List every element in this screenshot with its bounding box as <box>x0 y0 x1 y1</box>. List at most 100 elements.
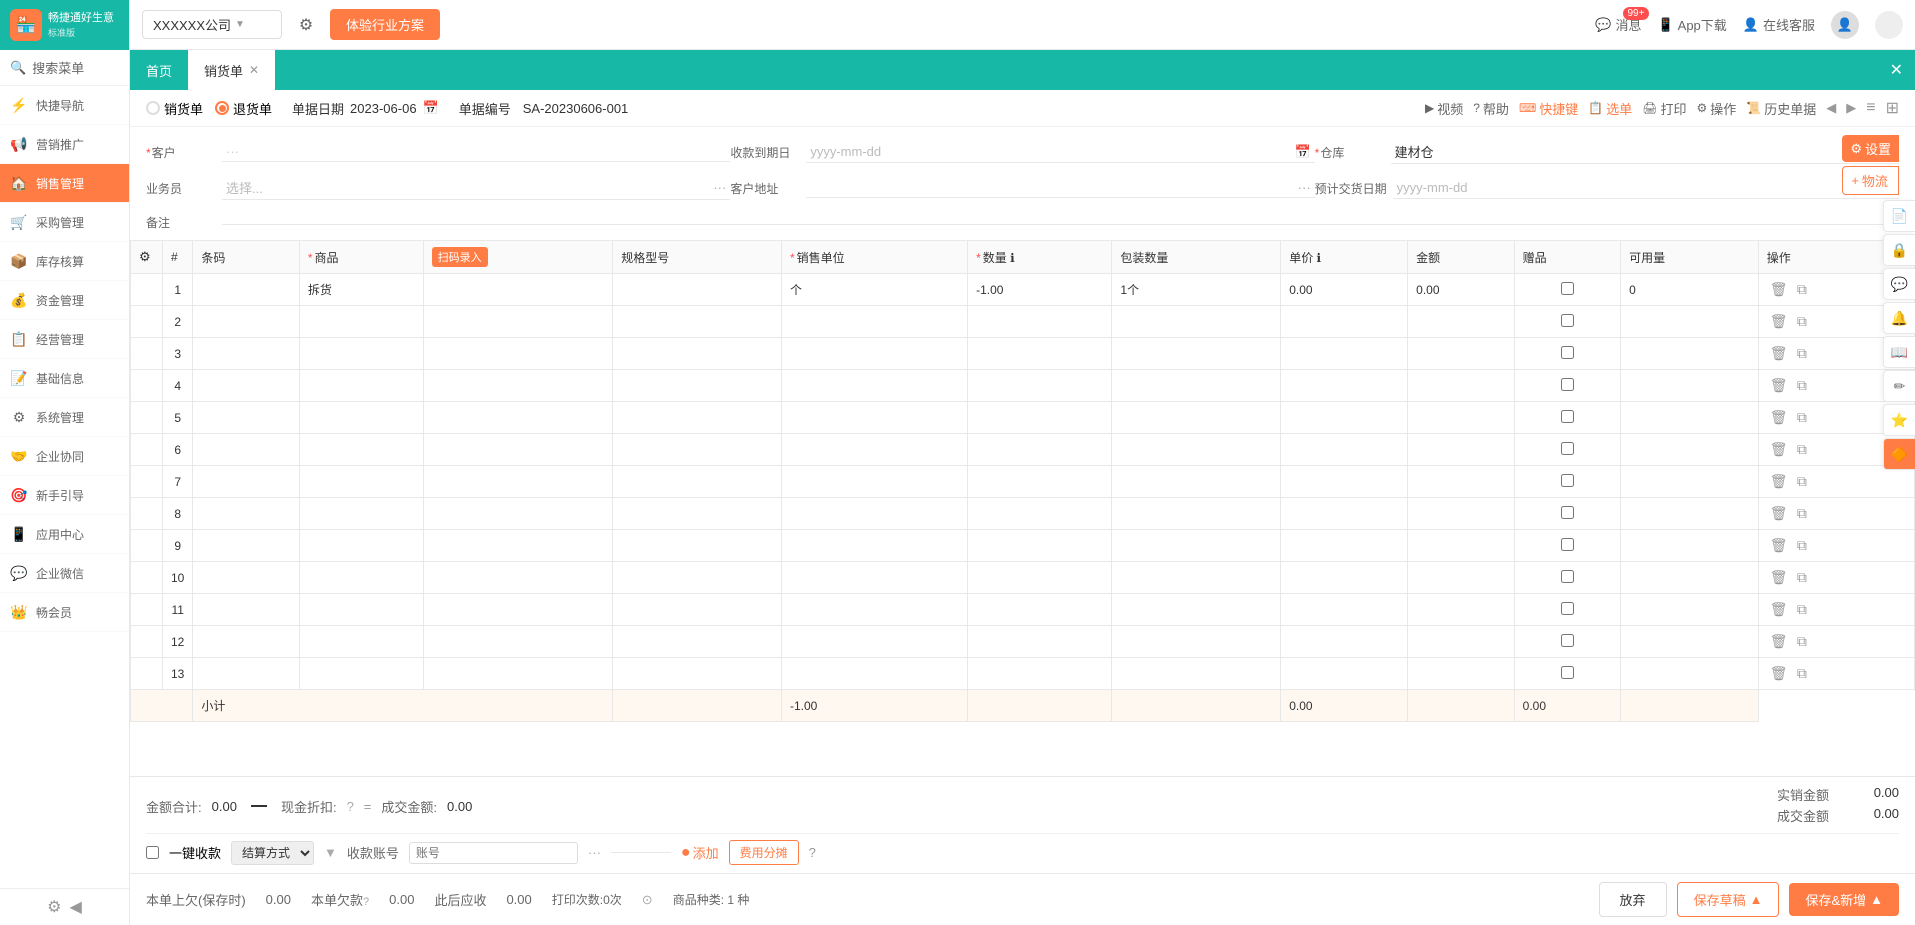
nav-next-icon[interactable]: ▶ <box>1846 100 1856 116</box>
row-gift[interactable] <box>1514 530 1620 562</box>
rfloat-btn-5[interactable]: 📖 <box>1883 336 1915 368</box>
row-delete-icon[interactable]: 🗑 <box>1770 537 1788 553</box>
col-settings[interactable]: ⚙ <box>131 241 163 274</box>
row-qty[interactable] <box>968 338 1112 370</box>
close-tab-button[interactable]: ✕ <box>1890 60 1903 80</box>
customer-address-input[interactable]: ··· <box>806 178 1314 198</box>
row-price[interactable] <box>1281 562 1408 594</box>
video-btn[interactable]: ▶ 视频 <box>1425 99 1463 118</box>
row-delete-icon[interactable]: 🗑 <box>1770 281 1788 297</box>
sidebar-item-wechat[interactable]: 💬 企业微信 <box>0 554 129 593</box>
nav-prev-icon[interactable]: ◀ <box>1826 100 1836 116</box>
row-product[interactable]: 拆货 <box>299 274 423 306</box>
row-copy-icon[interactable]: ⧉ <box>1797 633 1807 649</box>
row-delete-icon[interactable]: 🗑 <box>1770 473 1788 489</box>
row-barcode[interactable] <box>193 402 299 434</box>
one-click-payment-checkbox[interactable] <box>146 846 159 859</box>
row-price[interactable] <box>1281 658 1408 690</box>
shortcut-btn[interactable]: ⌨ 快捷键 <box>1519 99 1578 118</box>
sidebar-item-system[interactable]: ⚙ 系统管理 <box>0 398 129 437</box>
row-copy-icon[interactable]: ⧉ <box>1797 281 1807 297</box>
row-unit[interactable] <box>781 338 967 370</box>
row-product[interactable] <box>299 530 423 562</box>
row-price[interactable] <box>1281 370 1408 402</box>
row-unit[interactable] <box>781 434 967 466</box>
row-barcode[interactable] <box>193 562 299 594</box>
app-download-button[interactable]: 📱 App下载 <box>1657 15 1726 34</box>
scan-button[interactable]: 扫码录入 <box>432 247 488 267</box>
tab-sales-order[interactable]: 销货单 ✕ <box>188 50 275 90</box>
row-price[interactable] <box>1281 498 1408 530</box>
sidebar-item-basic[interactable]: 📝 基础信息 <box>0 359 129 398</box>
row-copy-icon[interactable]: ⧉ <box>1797 313 1807 329</box>
row-unit[interactable] <box>781 402 967 434</box>
row-copy-icon[interactable]: ⧉ <box>1797 537 1807 553</box>
row-delete-icon[interactable]: 🗑 <box>1770 409 1788 425</box>
sidebar-item-marketing[interactable]: 📢 营销推广 <box>0 125 129 164</box>
row-price[interactable] <box>1281 434 1408 466</box>
row-product[interactable] <box>299 434 423 466</box>
view-list-icon[interactable]: ≡ <box>1866 99 1875 117</box>
message-button[interactable]: 💬 消息 99+ <box>1595 15 1641 34</box>
row-barcode[interactable] <box>193 370 299 402</box>
row-product[interactable] <box>299 402 423 434</box>
row-amount[interactable] <box>1408 338 1514 370</box>
row-barcode[interactable] <box>193 274 299 306</box>
row-delete-icon[interactable]: 🗑 <box>1770 601 1788 617</box>
save-draft-button[interactable]: 保存草稿 ▲ <box>1677 882 1780 917</box>
row-unit[interactable] <box>781 466 967 498</box>
delivery-date-input[interactable]: yyyy-mm-dd 📅 <box>1393 178 1899 199</box>
row-spec[interactable] <box>613 402 782 434</box>
rfloat-btn-4[interactable]: 🔔 <box>1883 302 1915 334</box>
add-button[interactable]: ● 添加 <box>681 843 719 862</box>
online-service-button[interactable]: 👤 在线客服 <box>1743 15 1815 34</box>
row-unit[interactable] <box>781 530 967 562</box>
logistics-button[interactable]: + 物流 <box>1842 166 1899 195</box>
row-spec[interactable] <box>613 498 782 530</box>
row-amount[interactable] <box>1408 402 1514 434</box>
row-price[interactable] <box>1281 466 1408 498</box>
row-barcode[interactable] <box>193 466 299 498</box>
row-copy-icon[interactable]: ⧉ <box>1797 601 1807 617</box>
row-unit[interactable] <box>781 370 967 402</box>
row-spec[interactable] <box>613 434 782 466</box>
row-qty[interactable] <box>968 562 1112 594</box>
row-pkg-qty[interactable] <box>1112 306 1281 338</box>
save-new-button[interactable]: 保存&新增 ▲ <box>1789 883 1899 916</box>
sidebar-gear-icon[interactable]: ⚙ <box>47 897 61 917</box>
row-spec[interactable] <box>613 338 782 370</box>
row-spec[interactable] <box>613 370 782 402</box>
row-gift[interactable] <box>1514 466 1620 498</box>
radio-sales-order[interactable]: 销货单 <box>146 99 203 118</box>
row-unit[interactable]: 个 <box>781 274 967 306</box>
date-calendar-icon[interactable]: 📅 <box>423 100 439 116</box>
row-copy-icon[interactable]: ⧉ <box>1797 377 1807 393</box>
payment-due-input[interactable]: yyyy-mm-dd 📅 <box>806 142 1314 163</box>
row-amount[interactable] <box>1408 434 1514 466</box>
row-price[interactable]: 0.00 <box>1281 274 1408 306</box>
row-product[interactable] <box>299 562 423 594</box>
row-pkg-qty[interactable] <box>1112 370 1281 402</box>
row-pkg-qty[interactable]: 1个 <box>1112 274 1281 306</box>
row-pkg-qty[interactable] <box>1112 658 1281 690</box>
sidebar-item-enterprise[interactable]: 🤝 企业协同 <box>0 437 129 476</box>
row-unit[interactable] <box>781 562 967 594</box>
row-amount[interactable] <box>1408 370 1514 402</box>
row-unit[interactable] <box>781 306 967 338</box>
row-unit[interactable] <box>781 658 967 690</box>
salesperson-input[interactable]: 选择... ··· <box>222 176 730 200</box>
row-spec[interactable] <box>613 274 782 306</box>
row-product[interactable] <box>299 466 423 498</box>
row-amount[interactable] <box>1408 306 1514 338</box>
row-pkg-qty[interactable] <box>1112 594 1281 626</box>
row-amount[interactable] <box>1408 562 1514 594</box>
row-gift[interactable] <box>1514 498 1620 530</box>
row-gift[interactable] <box>1514 306 1620 338</box>
row-barcode[interactable] <box>193 306 299 338</box>
company-selector[interactable]: XXXXXX公司 ▼ <box>142 10 282 39</box>
sidebar-item-purchase[interactable]: 🛒 采购管理 <box>0 203 129 242</box>
rfloat-btn-2[interactable]: 🔒 <box>1883 234 1915 266</box>
row-barcode[interactable] <box>193 626 299 658</box>
sidebar-item-appstore[interactable]: 📱 应用中心 <box>0 515 129 554</box>
history-btn[interactable]: 📜 历史单据 <box>1746 99 1816 118</box>
